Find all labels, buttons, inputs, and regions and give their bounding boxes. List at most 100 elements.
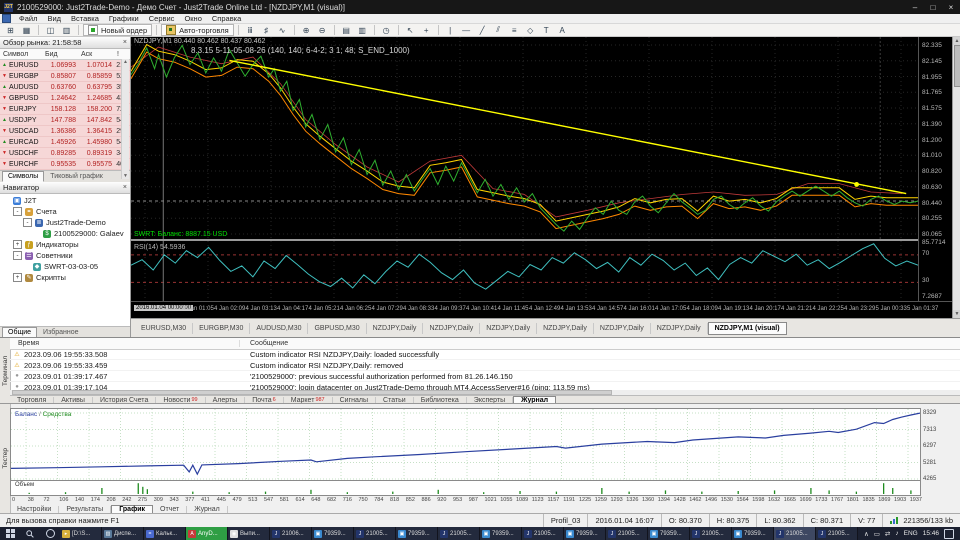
tester-tab-Результаты[interactable]: Результаты [59, 506, 112, 513]
close-button[interactable]: × [942, 0, 960, 14]
new-chart-icon[interactable]: ⊞ [3, 24, 18, 37]
scroll-up-icon[interactable]: ▲ [953, 37, 960, 45]
shapes-icon[interactable]: ◇ [523, 24, 538, 37]
chart-area[interactable]: NZDJPY,M1 80.440 80.462 80.437 80.462 8.… [131, 37, 960, 337]
tab-Тиковый график[interactable]: Тиковый график [44, 171, 109, 182]
menu-Сервис[interactable]: Сервис [144, 14, 180, 23]
expand-icon[interactable]: + [13, 240, 22, 249]
tab-Символы[interactable]: Символы [2, 171, 45, 182]
taskbar-item-mt4[interactable]: J 21005... [816, 527, 858, 540]
bar-chart-icon[interactable]: ⅲ [243, 24, 258, 37]
column-header-Аск[interactable]: Аск [78, 51, 114, 58]
market-watch-header[interactable]: Обзор рынка: 21:58:58 × [0, 37, 130, 49]
auto-trading-button[interactable]: Авто-торговля [161, 24, 234, 36]
chart-tab-NZDJPYM1visual[interactable]: NZDJPY,M1 (visual) [707, 321, 787, 335]
taskbar-item-photo[interactable]: ▣ 79359... [480, 527, 522, 540]
menu-Вид[interactable]: Вид [42, 14, 66, 23]
maximize-button[interactable]: □ [924, 0, 942, 14]
taskbar-item-anydesk[interactable]: A AnyD... [186, 527, 228, 540]
trendline-icon[interactable]: ╱ [475, 24, 490, 37]
taskbar-item-photo[interactable]: ▣ 79359... [648, 527, 690, 540]
tree-item-Just2Trade-Demo[interactable]: - ≣ Just2Trade-Demo [0, 217, 130, 228]
tree-item-[interactable]: + ✎ Скрипты [0, 272, 130, 283]
start-button[interactable] [0, 527, 20, 540]
chart-tab-NZDJPYDaily[interactable]: NZDJPY,Daily [594, 322, 651, 334]
title-bar[interactable]: J2T 2100529000: Just2Trade-Demo - Демо С… [0, 0, 960, 14]
taskbar-item-photo[interactable]: ▣ 79359... [732, 527, 774, 540]
journal-time-column[interactable]: Время [10, 340, 240, 347]
chart-tab-AUDUSDM30[interactable]: AUDUSD,M30 [250, 322, 309, 334]
journal-row[interactable]: ⚠ 2023.09.06 19:55:33.459 Custom indicator… [10, 360, 960, 371]
cascade-windows-icon[interactable]: ◫ [43, 24, 58, 37]
scrollbar-thumb[interactable] [954, 45, 960, 87]
tester-tab-Настройки[interactable]: Настройки [10, 506, 60, 513]
tray-language[interactable]: ENG [904, 530, 918, 537]
autoscroll-clock-icon[interactable]: ◷ [379, 24, 394, 37]
minimize-button[interactable]: – [906, 0, 924, 14]
chart-tab-NZDJPYDaily[interactable]: NZDJPY,Daily [480, 322, 538, 334]
expand-icon[interactable]: - [13, 207, 22, 216]
chart-tab-NZDJPYDaily[interactable]: NZDJPY,Daily [367, 322, 424, 334]
market-watch-row[interactable]: ▲USDJPY147.788147.84254 [0, 115, 130, 126]
rsi-chart[interactable] [131, 241, 918, 301]
navigator-header[interactable]: Навигатор × [0, 182, 130, 194]
fibonacci-icon[interactable]: ≡ [507, 24, 522, 37]
chart-tab-NZDJPYDaily[interactable]: NZDJPY,Daily [537, 322, 594, 334]
zoom-in-icon[interactable]: ⊕ [299, 24, 314, 37]
search-button[interactable] [20, 527, 40, 540]
column-header-Бид[interactable]: Бид [42, 51, 78, 58]
tile-windows-icon[interactable]: ▥ [59, 24, 74, 37]
candlestick-chart-icon[interactable]: ♯ [259, 24, 274, 37]
menu-Окно[interactable]: Окно [179, 14, 206, 23]
market-watch-scrollbar[interactable]: ▲ ▼ [121, 59, 129, 179]
market-watch-row[interactable]: ▼GBPUSD1.246421.2468543 [0, 93, 130, 104]
tree-item-2100529000Galaev[interactable]: $2100529000: Galaev [0, 228, 130, 239]
tester-volume-chart[interactable]: Объем [10, 481, 921, 496]
tree-item-[interactable]: - ⚭ Счета [0, 206, 130, 217]
line-chart-icon[interactable]: ∿ [275, 24, 290, 37]
text-icon[interactable]: T [539, 24, 554, 37]
channel-icon[interactable]: ⫽ [491, 24, 506, 37]
tray-clock[interactable]: 15:46 [923, 530, 939, 537]
tray-volume-icon[interactable]: ♪ [895, 530, 898, 537]
tile-vertical-icon[interactable]: ▥ [355, 24, 370, 37]
journal-row[interactable]: ⚠ 2023.09.06 19:55:33.508 Custom indicator… [10, 349, 960, 360]
market-watch-row[interactable]: ▲EURCAD1.459261.4598054 [0, 137, 130, 148]
cursor-icon[interactable]: ↖ [403, 24, 418, 37]
column-header-![interactable]: ! [114, 51, 126, 58]
scroll-up-icon[interactable]: ▲ [123, 59, 128, 65]
taskbar-item-taskmgr[interactable]: ▥ Диспе... [102, 527, 144, 540]
tester-tab-Журнал[interactable]: Журнал [187, 506, 228, 513]
tile-horizontal-icon[interactable]: ▤ [339, 24, 354, 37]
chart-scrollbar[interactable]: ▲ ▼ [952, 37, 960, 318]
tree-item-SWRT-03-03-05[interactable]: ◆ SWRT-03-03-05 [0, 261, 130, 272]
zoom-out-icon[interactable]: ⊖ [315, 24, 330, 37]
taskbar-item-photo[interactable]: ▣ 79359... [396, 527, 438, 540]
taskbar-item-mt4[interactable]: J 21005... [438, 527, 480, 540]
new-order-button[interactable]: Новый ордер [83, 24, 153, 36]
taskbar-item-mt4[interactable]: J 21005... [606, 527, 648, 540]
status-profile[interactable]: Profil_03 [542, 514, 588, 527]
tray-expand-icon[interactable]: ∧ [864, 530, 869, 538]
taskbar-item-mt4[interactable]: J 21005... [774, 527, 816, 540]
taskbar-item-mt4[interactable]: J 21006... [270, 527, 312, 540]
close-icon[interactable]: × [123, 39, 127, 46]
column-header-Символ[interactable]: Символ [0, 51, 42, 58]
expand-icon[interactable]: + [13, 273, 22, 282]
tray-display-icon[interactable]: ▭ [874, 530, 880, 538]
menu-Графики[interactable]: Графики [104, 14, 144, 23]
taskbar-item-chrome[interactable]: ◉ Выпи... [228, 527, 270, 540]
journal-message-column[interactable]: Сообщение [240, 340, 288, 347]
market-watch-row[interactable]: ▲AUDUSD0.637600.6379535 [0, 82, 130, 93]
tree-item-[interactable]: + ƒ Индикаторы [0, 239, 130, 250]
close-icon[interactable]: × [123, 184, 127, 191]
chart-tab-EURGBPM30[interactable]: EURGBP,M30 [193, 322, 251, 334]
vertical-line-icon[interactable]: | [443, 24, 458, 37]
market-watch-row[interactable]: ▼USDCAD1.363861.3641529 [0, 126, 130, 137]
taskbar-item-mt4[interactable]: J 21005... [522, 527, 564, 540]
notification-center-icon[interactable] [944, 528, 954, 539]
scroll-down-icon[interactable]: ▼ [953, 310, 960, 318]
taskbar-item-mt4[interactable]: J 21005... [690, 527, 732, 540]
taskbar-item-photo[interactable]: ▣ 79359... [564, 527, 606, 540]
menu-Файл[interactable]: Файл [14, 14, 42, 23]
